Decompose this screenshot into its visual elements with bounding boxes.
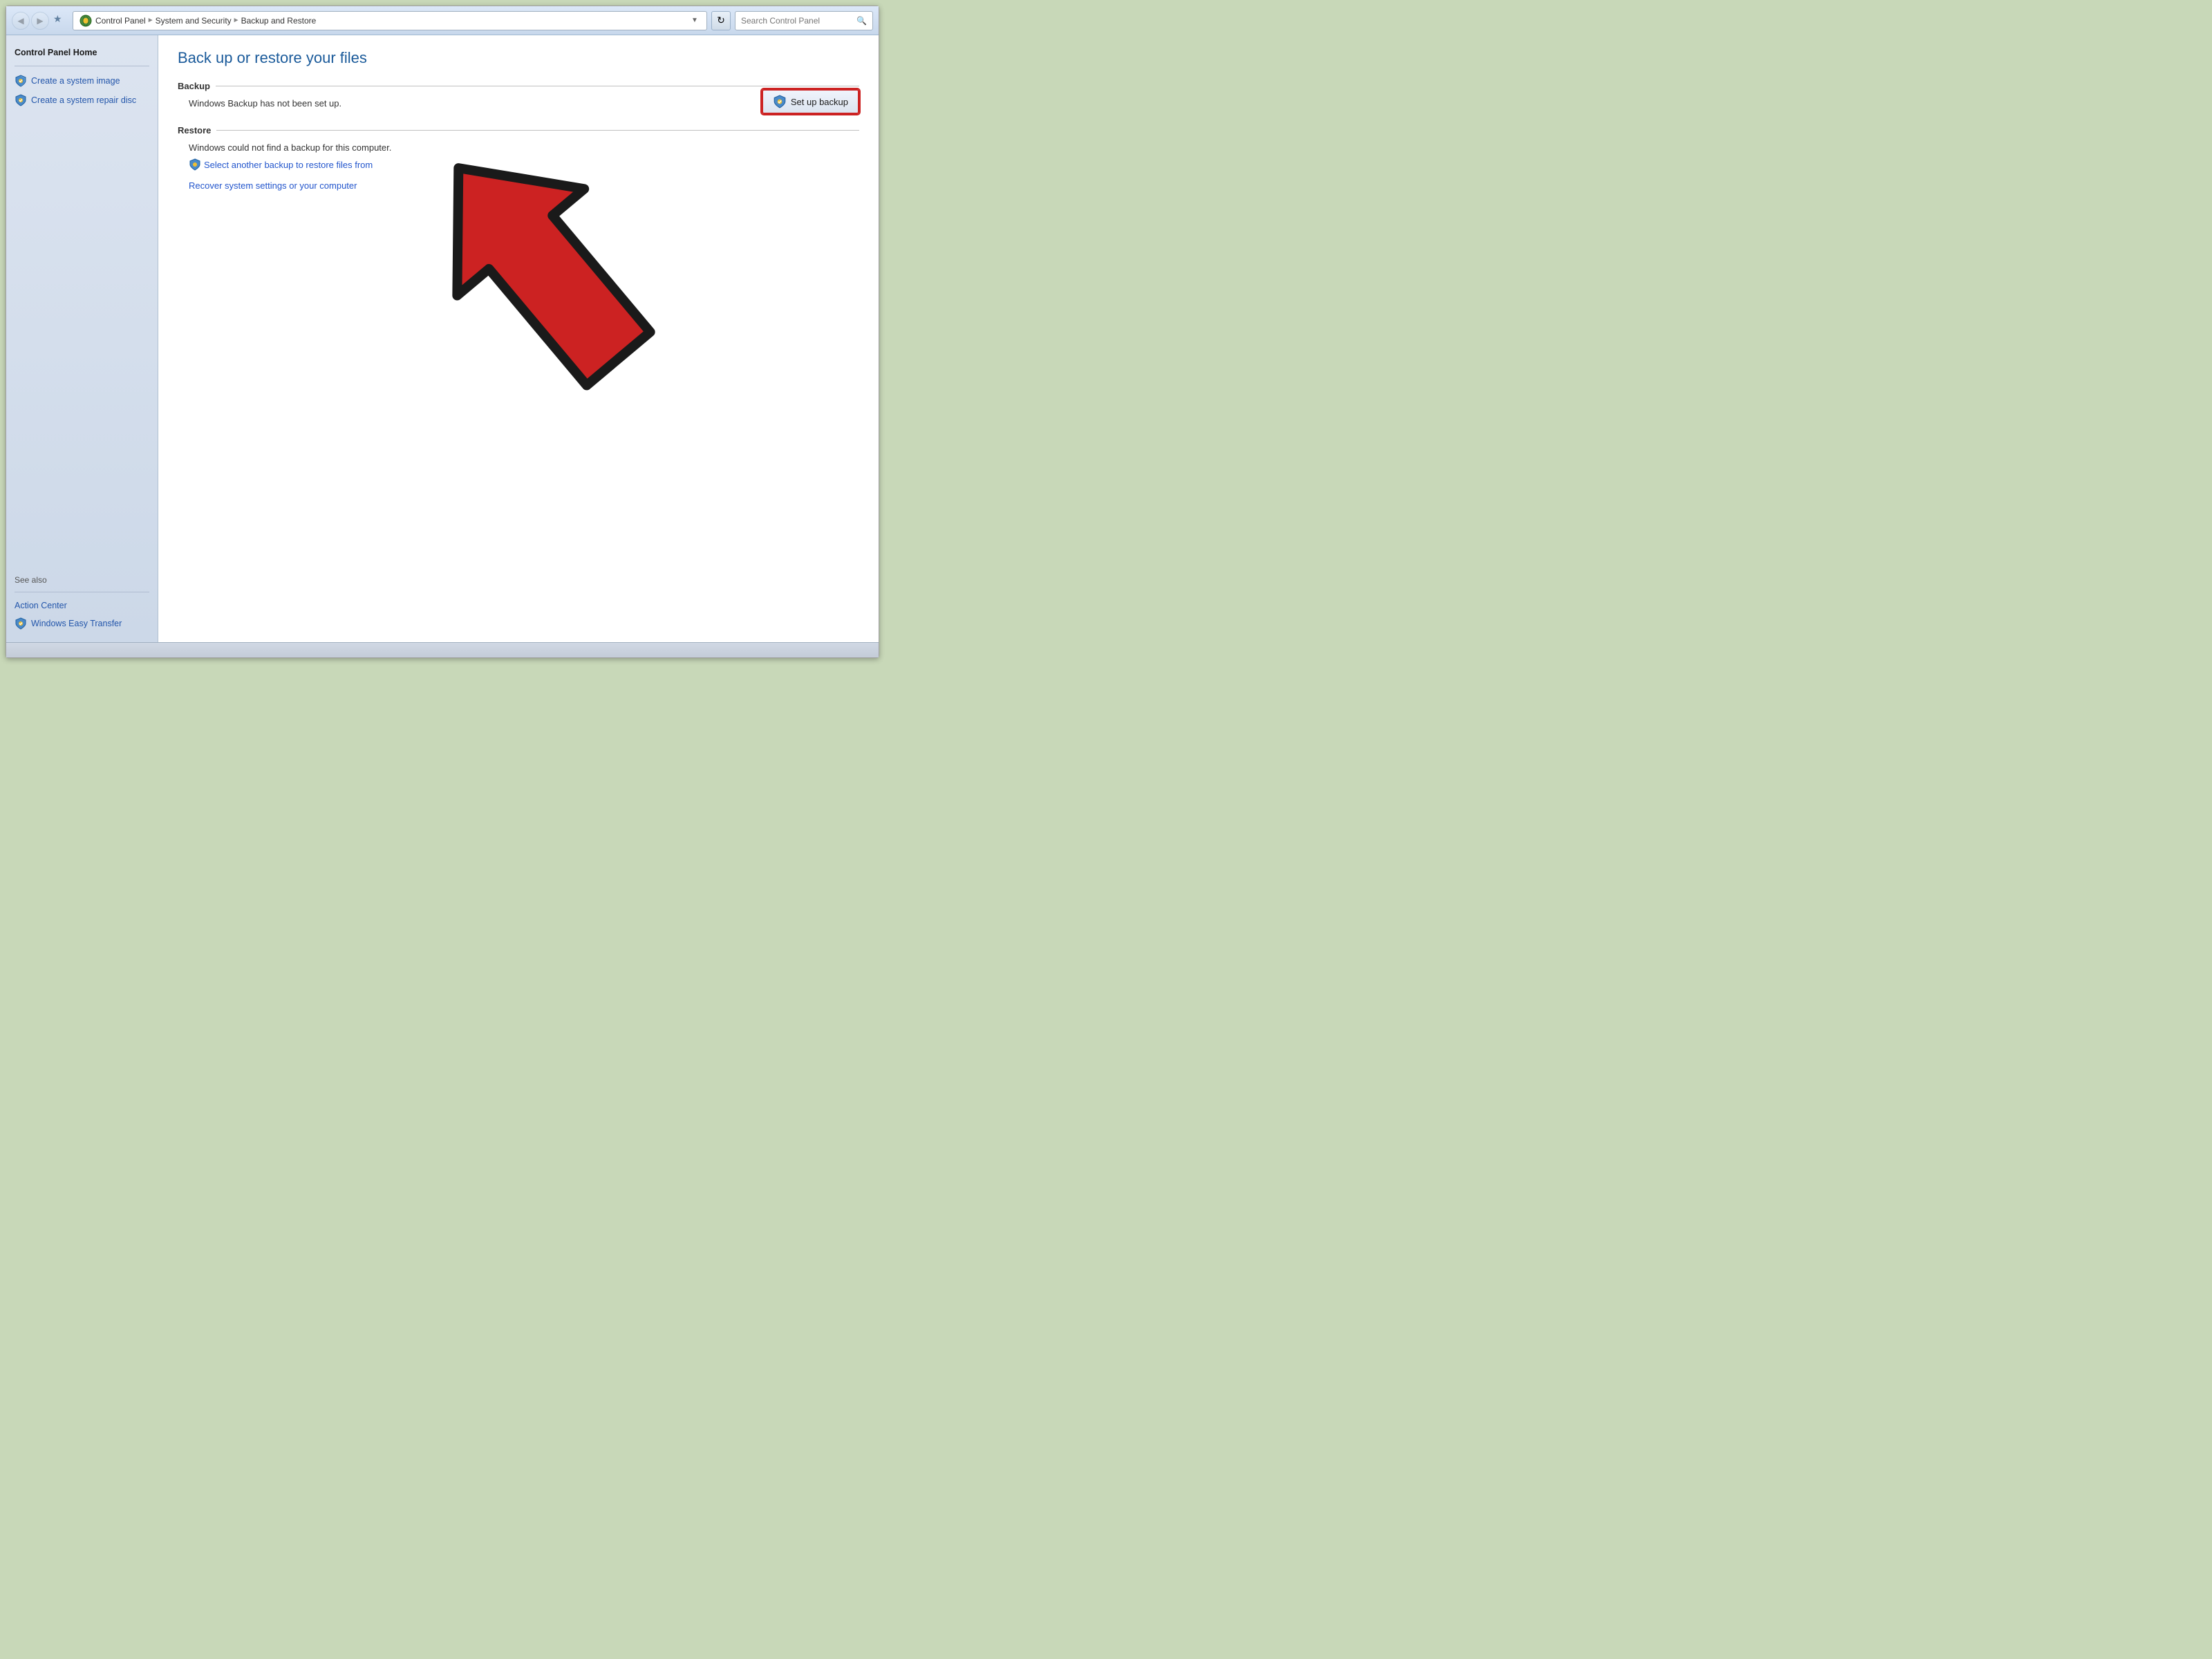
backup-block: Windows Backup has not been set up. bbox=[178, 98, 859, 109]
refresh-button[interactable]: ↻ bbox=[711, 11, 731, 30]
recover-link[interactable]: Recover system settings or your computer bbox=[189, 180, 357, 191]
sidebar-spacer bbox=[15, 112, 149, 565]
sidebar-control-panel-home[interactable]: Control Panel Home bbox=[15, 46, 149, 59]
breadcrumb-control-panel[interactable]: Control Panel bbox=[95, 16, 146, 26]
restore-block: Windows could not find a backup for this… bbox=[178, 142, 859, 191]
shield-icon-3 bbox=[15, 617, 27, 630]
statusbar bbox=[6, 642, 879, 657]
back-button[interactable]: ◀ bbox=[12, 12, 30, 30]
restore-status-text: Windows could not find a backup for this… bbox=[189, 142, 859, 153]
main-panel: Back up or restore your files Backup Win… bbox=[158, 35, 879, 642]
titlebar: ◀ ▶ ★ Control Panel ► System and Securit… bbox=[6, 6, 879, 35]
see-also-label: See also bbox=[15, 570, 149, 585]
backup-section-header: Backup bbox=[178, 81, 859, 91]
main-window: ◀ ▶ ★ Control Panel ► System and Securit… bbox=[6, 6, 879, 658]
favorites-button[interactable]: ★ bbox=[53, 13, 68, 28]
restore-section-header: Restore bbox=[178, 125, 859, 135]
sidebar: Control Panel Home Create a system image bbox=[6, 35, 158, 642]
search-input[interactable] bbox=[741, 16, 854, 26]
nav-buttons: ◀ ▶ bbox=[12, 12, 49, 30]
set-up-backup-icon bbox=[773, 95, 787, 109]
sidebar-create-system-image[interactable]: Create a system image bbox=[15, 73, 149, 88]
select-backup-icon bbox=[189, 158, 201, 171]
set-up-backup-button[interactable]: Set up backup bbox=[762, 89, 859, 114]
breadcrumb-system-security[interactable]: System and Security bbox=[156, 16, 232, 26]
shield-icon-2 bbox=[15, 94, 27, 106]
breadcrumb-backup-restore[interactable]: Backup and Restore bbox=[241, 16, 317, 26]
restore-label: Restore bbox=[178, 125, 211, 135]
restore-line bbox=[216, 130, 859, 131]
breadcrumb: Control Panel ► System and Security ► Ba… bbox=[95, 16, 316, 26]
sidebar-windows-easy-transfer[interactable]: Windows Easy Transfer bbox=[15, 616, 149, 631]
search-bar[interactable]: 🔍 bbox=[735, 11, 873, 30]
content-area: Control Panel Home Create a system image bbox=[6, 35, 879, 642]
forward-button[interactable]: ▶ bbox=[31, 12, 49, 30]
backup-status-text: Windows Backup has not been set up. bbox=[189, 98, 859, 109]
sidebar-action-center[interactable]: Action Center bbox=[15, 599, 149, 612]
select-backup-link[interactable]: Select another backup to restore files f… bbox=[189, 158, 859, 171]
page-title: Back up or restore your files bbox=[178, 49, 859, 67]
shield-icon-1 bbox=[15, 75, 27, 87]
address-bar[interactable]: Control Panel ► System and Security ► Ba… bbox=[73, 11, 707, 30]
set-up-backup-label: Set up backup bbox=[791, 97, 848, 107]
address-dropdown[interactable]: ▼ bbox=[688, 15, 701, 27]
search-icon[interactable]: 🔍 bbox=[856, 16, 867, 26]
backup-label: Backup bbox=[178, 81, 210, 91]
address-icon bbox=[79, 14, 93, 28]
sidebar-create-repair-disc[interactable]: Create a system repair disc bbox=[15, 93, 149, 108]
